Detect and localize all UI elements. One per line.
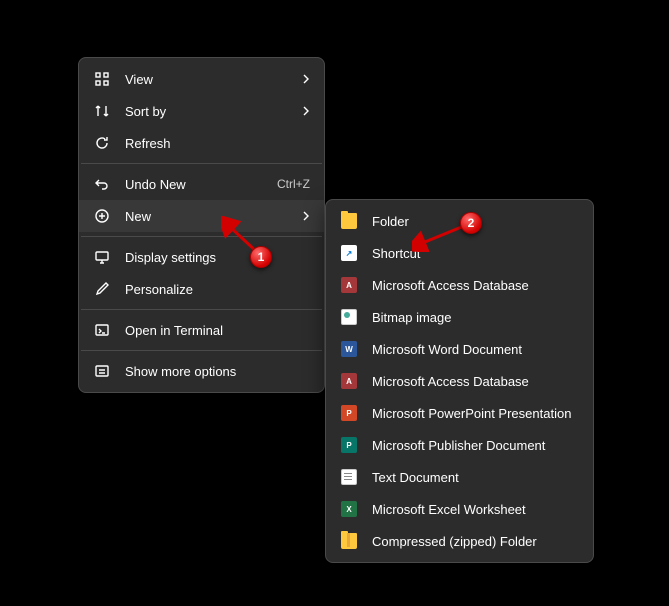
menu-separator <box>81 236 322 237</box>
chevron-right-icon <box>302 73 310 85</box>
menu-label: Microsoft PowerPoint Presentation <box>372 406 579 421</box>
menu-label: Open in Terminal <box>125 323 310 338</box>
menu-separator <box>81 309 322 310</box>
menu-label: Microsoft Publisher Document <box>372 438 579 453</box>
submenu-item-bitmap[interactable]: Bitmap image <box>326 301 593 333</box>
menu-label: Bitmap image <box>372 310 579 325</box>
desktop-context-menu: View Sort by Refresh Undo New Ctrl+Z New <box>78 57 325 393</box>
menu-item-sort-by[interactable]: Sort by <box>79 95 324 127</box>
submenu-item-excel[interactable]: X Microsoft Excel Worksheet <box>326 493 593 525</box>
zip-folder-icon <box>340 532 358 550</box>
menu-label: Shortcut <box>372 246 579 261</box>
menu-item-view[interactable]: View <box>79 63 324 95</box>
powerpoint-icon: P <box>340 404 358 422</box>
access-icon: A <box>340 372 358 390</box>
view-icon <box>93 70 111 88</box>
annotation-arrow-2 <box>412 222 467 252</box>
menu-label: Show more options <box>125 364 310 379</box>
menu-label: Undo New <box>125 177 277 192</box>
menu-label: Microsoft Excel Worksheet <box>372 502 579 517</box>
sort-icon <box>93 102 111 120</box>
menu-label: New <box>125 209 294 224</box>
menu-separator <box>81 163 322 164</box>
terminal-icon <box>93 321 111 339</box>
menu-label: View <box>125 72 294 87</box>
submenu-item-zip[interactable]: Compressed (zipped) Folder <box>326 525 593 557</box>
word-icon: W <box>340 340 358 358</box>
display-settings-icon <box>93 248 111 266</box>
submenu-item-publisher[interactable]: P Microsoft Publisher Document <box>326 429 593 461</box>
menu-item-refresh[interactable]: Refresh <box>79 127 324 159</box>
refresh-icon <box>93 134 111 152</box>
menu-item-show-more[interactable]: Show more options <box>79 355 324 387</box>
access-icon: A <box>340 276 358 294</box>
publisher-icon: P <box>340 436 358 454</box>
submenu-item-word[interactable]: W Microsoft Word Document <box>326 333 593 365</box>
menu-item-new[interactable]: New <box>79 200 324 232</box>
menu-shortcut: Ctrl+Z <box>277 177 310 191</box>
annotation-badge-2: 2 <box>460 212 482 234</box>
submenu-item-access-db[interactable]: A Microsoft Access Database <box>326 269 593 301</box>
menu-label: Display settings <box>125 250 310 265</box>
annotation-badge-1: 1 <box>250 246 272 268</box>
show-more-icon <box>93 362 111 380</box>
chevron-right-icon <box>302 105 310 117</box>
menu-label: Personalize <box>125 282 310 297</box>
menu-separator <box>81 350 322 351</box>
menu-label: Text Document <box>372 470 579 485</box>
menu-item-undo-new[interactable]: Undo New Ctrl+Z <box>79 168 324 200</box>
shortcut-icon: ↗ <box>340 244 358 262</box>
chevron-right-icon <box>302 210 310 222</box>
menu-label: Microsoft Access Database <box>372 278 579 293</box>
undo-icon <box>93 175 111 193</box>
menu-label: Sort by <box>125 104 294 119</box>
submenu-item-text[interactable]: Text Document <box>326 461 593 493</box>
new-icon <box>93 207 111 225</box>
menu-item-personalize[interactable]: Personalize <box>79 273 324 305</box>
folder-icon <box>340 212 358 230</box>
new-submenu: Folder ↗ Shortcut A Microsoft Access Dat… <box>325 199 594 563</box>
menu-label: Compressed (zipped) Folder <box>372 534 579 549</box>
menu-item-display-settings[interactable]: Display settings <box>79 241 324 273</box>
submenu-item-access-db-2[interactable]: A Microsoft Access Database <box>326 365 593 397</box>
excel-icon: X <box>340 500 358 518</box>
menu-label: Microsoft Access Database <box>372 374 579 389</box>
personalize-icon <box>93 280 111 298</box>
menu-label: Microsoft Word Document <box>372 342 579 357</box>
bitmap-icon <box>340 308 358 326</box>
text-document-icon <box>340 468 358 486</box>
submenu-item-powerpoint[interactable]: P Microsoft PowerPoint Presentation <box>326 397 593 429</box>
menu-item-open-terminal[interactable]: Open in Terminal <box>79 314 324 346</box>
menu-label: Refresh <box>125 136 310 151</box>
